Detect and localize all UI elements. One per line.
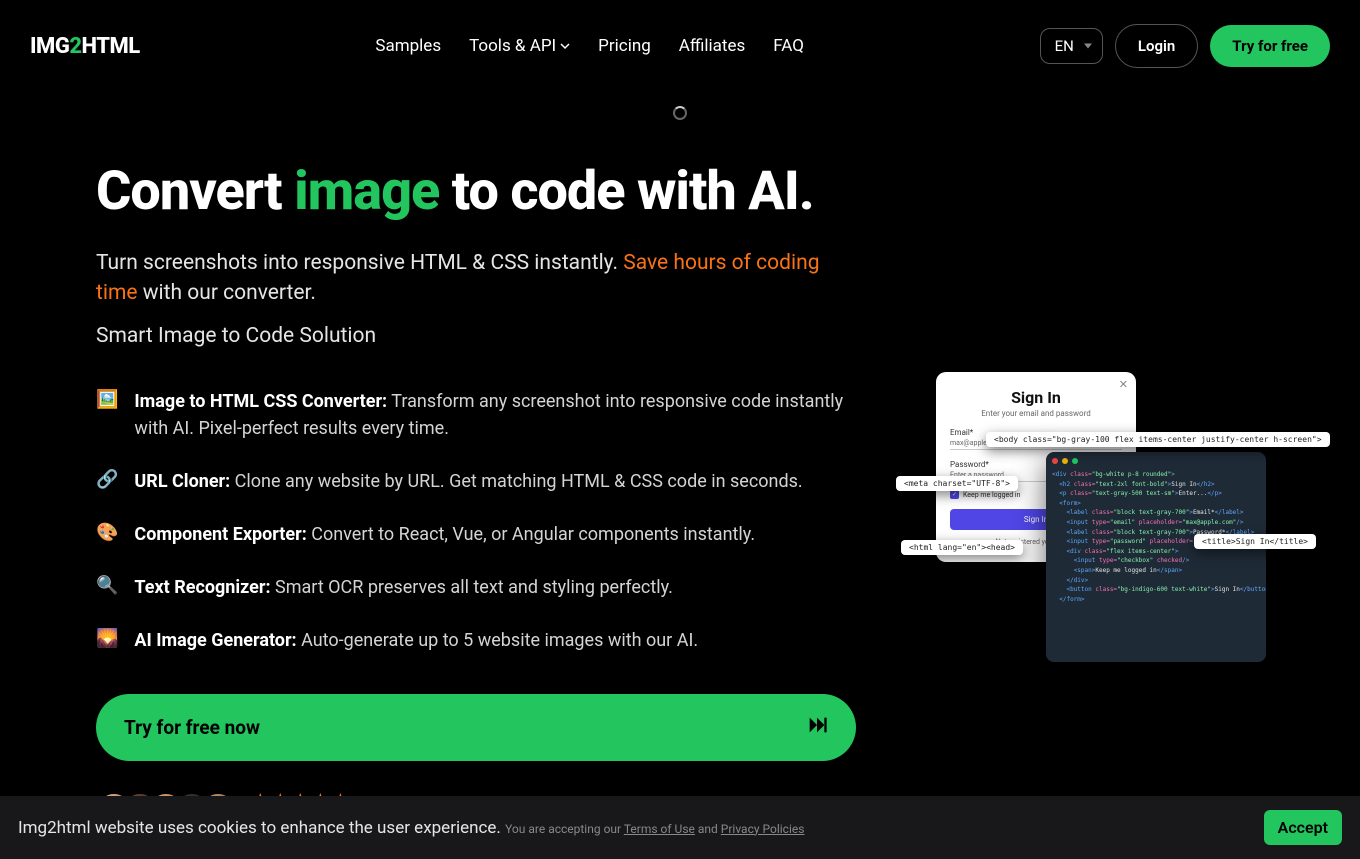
close-icon: ✕ <box>1119 378 1128 391</box>
feature-text: Image to HTML CSS Converter: Transform a… <box>134 388 856 442</box>
cookie-main-text: Img2html website uses cookies to enhance… <box>18 818 505 838</box>
login-button[interactable]: Login <box>1115 24 1198 68</box>
hero-lead-post: with our converter. <box>138 281 316 305</box>
nav-affiliates[interactable]: Affiliates <box>679 36 745 56</box>
float-tag-meta: <meta charset="UTF-8"> <box>896 476 1018 491</box>
feature-item: 🌄 AI Image Generator: Auto-generate up t… <box>96 627 856 654</box>
link-icon: 🔗 <box>96 468 118 491</box>
privacy-policies-link[interactable]: Privacy Policies <box>721 822 805 836</box>
cookie-text: Img2html website uses cookies to enhance… <box>18 818 804 838</box>
cookie-small-text: You are accepting our Terms of Use and P… <box>505 822 804 836</box>
checkbox-icon: ✓ <box>950 490 959 499</box>
logo-part-img: IMG <box>30 34 69 59</box>
hero-title-accent: image <box>294 160 439 223</box>
feature-list: 🖼️ Image to HTML CSS Converter: Transfor… <box>96 388 856 654</box>
cookie-small-pre: You are accepting our <box>505 822 624 836</box>
hero-lead: Turn screenshots into responsive HTML & … <box>96 249 856 308</box>
cookie-accept-button[interactable]: Accept <box>1264 810 1342 845</box>
logo-part-2: 2 <box>69 34 81 59</box>
feature-title: Text Recognizer: <box>134 577 270 598</box>
picture-icon: 🖼️ <box>96 388 118 411</box>
sunset-icon: 🌄 <box>96 627 118 650</box>
hero-lead-pre: Turn screenshots into responsive HTML & … <box>96 251 623 275</box>
feature-desc: Smart OCR preserves all text and styling… <box>271 577 673 598</box>
hero-sublead: Smart Image to Code Solution <box>96 324 856 348</box>
hero-title: Convert image to code with AI. <box>96 162 856 221</box>
logo-part-html: HTML <box>82 34 140 59</box>
chevron-down-icon <box>560 36 570 56</box>
feature-item: 🖼️ Image to HTML CSS Converter: Transfor… <box>96 388 856 442</box>
magnifier-icon: 🔍 <box>96 574 118 597</box>
try-for-free-button[interactable]: Try for free <box>1210 25 1330 67</box>
language-select[interactable]: EN <box>1040 28 1103 64</box>
feature-desc: Clone any website by URL. Get matching H… <box>230 471 802 492</box>
cta-try-free-now-button[interactable]: Try for free now <box>96 694 856 761</box>
feature-title: Image to HTML CSS Converter: <box>134 391 387 412</box>
float-tag-body: <body class="bg-gray-100 flex items-cent… <box>986 432 1330 447</box>
feature-text: Text Recognizer: Smart OCR preserves all… <box>134 574 673 601</box>
cta-label: Try for free now <box>124 716 260 739</box>
nav-faq[interactable]: FAQ <box>773 36 804 56</box>
nav-tools-label: Tools & API <box>469 36 556 56</box>
hero-title-post: to code with AI. <box>439 160 813 223</box>
nav-tools-api[interactable]: Tools & API <box>469 36 570 56</box>
terms-of-use-link[interactable]: Terms of Use <box>624 822 695 836</box>
feature-item: 🔗 URL Cloner: Clone any website by URL. … <box>96 468 856 495</box>
feature-title: AI Image Generator: <box>134 630 296 651</box>
feature-item: 🔍 Text Recognizer: Smart OCR preserves a… <box>96 574 856 601</box>
cookie-and: and <box>695 822 721 836</box>
feature-text: AI Image Generator: Auto-generate up to … <box>134 627 698 654</box>
main-content: Convert image to code with AI. Turn scre… <box>0 92 1360 828</box>
feature-item: 🎨 Component Exporter: Convert to React, … <box>96 521 856 548</box>
feature-text: Component Exporter: Convert to React, Vu… <box>134 521 755 548</box>
mock-keep-label: Keep me logged in <box>963 491 1021 499</box>
header-right: EN Login Try for free <box>1040 24 1330 68</box>
language-value: EN <box>1055 37 1074 55</box>
feature-title: Component Exporter: <box>134 524 306 545</box>
feature-text: URL Cloner: Clone any website by URL. Ge… <box>134 468 802 495</box>
nav-pricing[interactable]: Pricing <box>598 36 651 56</box>
main-nav: Samples Tools & API Pricing Affiliates F… <box>375 36 804 56</box>
nav-samples[interactable]: Samples <box>375 36 441 56</box>
float-tag-title: <title>Sign In</title> <box>1194 534 1316 549</box>
mock-code-editor: <div class="bg-white p-8 rounded"> <h2 c… <box>1046 452 1266 662</box>
logo[interactable]: IMG2HTML <box>30 34 140 59</box>
float-tag-html: <html lang="en"><head> <box>901 540 1023 555</box>
window-dots-icon <box>1052 458 1260 464</box>
mock-signin-sub: Enter your email and password <box>950 409 1122 418</box>
feature-desc: Auto-generate up to 5 website images wit… <box>297 630 699 651</box>
feature-title: URL Cloner: <box>134 471 230 492</box>
palette-icon: 🎨 <box>96 521 118 544</box>
cookie-banner: Img2html website uses cookies to enhance… <box>0 796 1360 859</box>
feature-desc: Convert to React, Vue, or Angular compon… <box>307 524 755 545</box>
mock-signin-title: Sign In <box>950 388 1122 407</box>
fast-forward-icon <box>806 714 828 741</box>
hero-illustration: ✕ Sign In Enter your email and password … <box>896 162 1264 828</box>
header: IMG2HTML Samples Tools & API Pricing Aff… <box>0 0 1360 92</box>
loading-spinner-icon <box>673 106 687 120</box>
hero-title-pre: Convert <box>96 160 294 223</box>
hero-left: Convert image to code with AI. Turn scre… <box>96 162 856 828</box>
